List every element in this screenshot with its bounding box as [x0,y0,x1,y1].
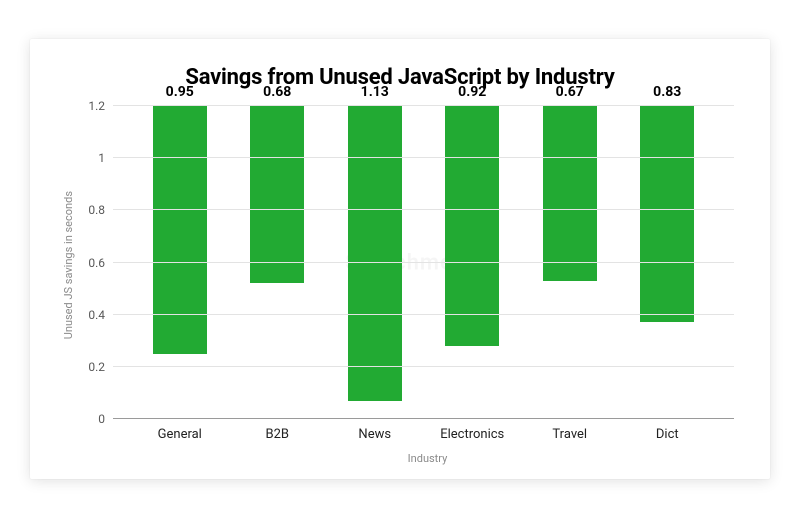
bar-value-label: 0.68 [263,84,291,100]
y-tick-label: 0.6 [88,257,105,269]
bar: 0.68 [250,106,304,283]
y-tick-label: 0.8 [88,204,105,216]
bar: 0.92 [445,106,499,346]
gridline [113,262,734,263]
plot-wrap: Unused JS savings in seconds Searchmetri… [58,106,742,465]
bar: 1.13 [348,106,402,401]
x-ticks: GeneralB2BNewsElectronicsTravelDict [113,419,734,442]
bar: 0.95 [153,106,207,354]
x-tick-label: Dict [619,419,717,442]
gridline [113,157,734,158]
bar-value-label: 0.92 [458,84,486,100]
bar-value-label: 0.83 [653,84,681,100]
chart-title: Savings from Unused JavaScript by Indust… [58,65,742,90]
bar-slot: 0.83 [619,106,717,419]
gridline [113,314,734,315]
chart-card: Savings from Unused JavaScript by Indust… [30,39,770,479]
gridline [113,209,734,210]
x-tick-label: News [326,419,424,442]
canvas: Savings from Unused JavaScript by Indust… [0,0,800,518]
bar-slot: 0.92 [424,106,522,419]
bar-slot: 0.68 [229,106,327,419]
bar-slot: 0.95 [131,106,229,419]
x-tick-label: Travel [521,419,619,442]
y-tick-label: 1.2 [88,100,105,112]
x-tick-label: B2B [229,419,327,442]
x-tick-label: Electronics [424,419,522,442]
bar-value-label: 1.13 [361,84,389,100]
y-axis-label: Unused JS savings in seconds [58,191,79,339]
y-tick-label: 0.2 [88,361,105,373]
bar-slot: 0.67 [521,106,619,419]
plot-area: Searchmetrics 0.950.681.130.920.670.83 0… [113,106,734,419]
gridline [113,366,734,367]
x-tick-label: General [131,419,229,442]
x-axis-label: Industry [113,452,742,465]
bar-value-label: 0.67 [556,84,584,100]
bar: 0.83 [640,106,694,322]
gridline [113,105,734,106]
bar-value-label: 0.95 [166,84,194,100]
gridline [113,418,734,419]
y-tick-label: 0 [98,413,105,425]
bar: 0.67 [543,106,597,281]
y-tick-label: 1 [98,152,105,164]
bar-slot: 1.13 [326,106,424,419]
y-tick-label: 0.4 [88,309,105,321]
plot: Searchmetrics 0.950.681.130.920.670.83 0… [79,106,742,465]
bars-container: 0.95 0.68 1.13 0.92 0.67 0.83 [113,106,734,419]
